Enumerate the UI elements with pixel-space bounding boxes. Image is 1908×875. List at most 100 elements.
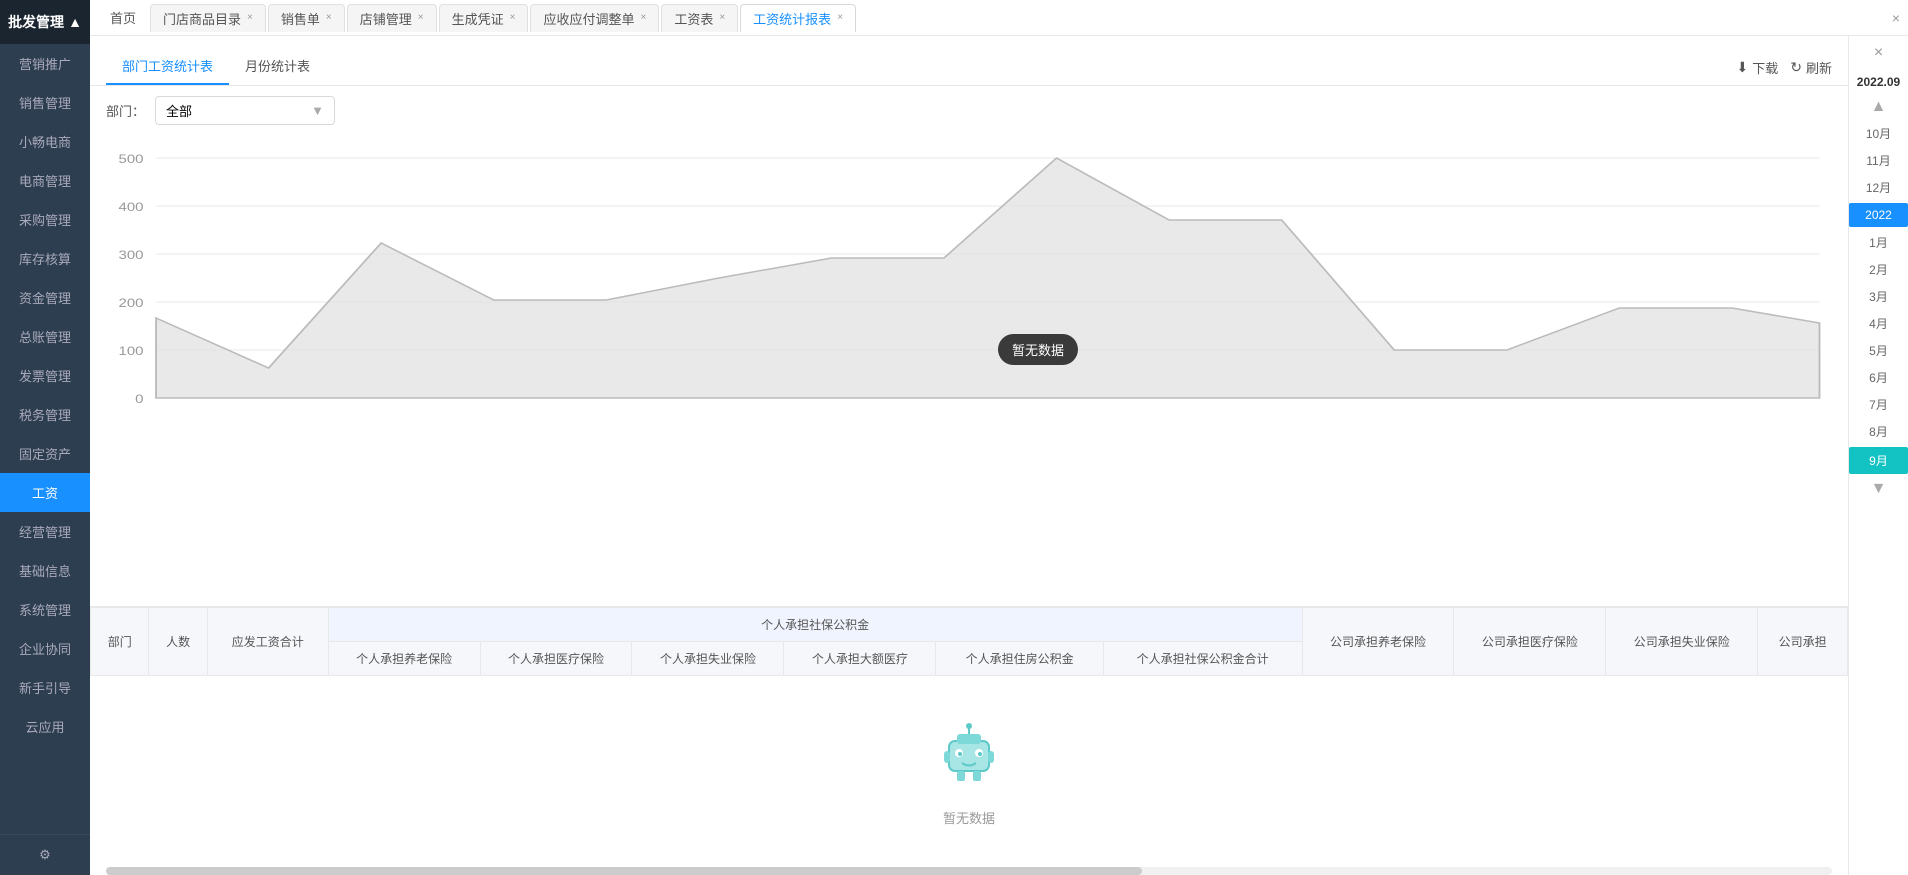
tab-payroll[interactable]: 工资表 × xyxy=(661,4,738,32)
sidebar-item-gdzy[interactable]: 固定资产 xyxy=(0,434,90,473)
dept-filter-value: 全部 xyxy=(166,101,192,120)
dept-filter-label: 部门： xyxy=(106,101,145,120)
tab-close-store-catalog[interactable]: × xyxy=(247,13,253,23)
download-icon: ⬇ xyxy=(1737,59,1749,76)
timeline-oct[interactable]: 10月 xyxy=(1849,120,1908,147)
tab-close-shop-manage[interactable]: × xyxy=(418,13,424,23)
col-personal-total: 个人承担社保公积金合计 xyxy=(1103,642,1302,676)
tab-bar: 首页 门店商品目录 × 销售单 × 店铺管理 × 生成凭证 × 应收应付调整单 … xyxy=(90,0,1908,36)
h-scrollbar-thumb[interactable] xyxy=(106,867,1142,875)
sidebar-item-fpgl[interactable]: 发票管理 xyxy=(0,356,90,395)
tab-close-receivable-adjust[interactable]: × xyxy=(640,13,646,23)
dept-filter-select[interactable]: 全部 ▼ xyxy=(155,96,335,125)
svg-text:100: 100 xyxy=(118,344,144,357)
timeline-nov[interactable]: 11月 xyxy=(1849,147,1908,174)
empty-icon xyxy=(929,716,1009,796)
svg-text:500: 500 xyxy=(118,152,144,165)
sidebar-arrow-icon: ▲ xyxy=(68,14,82,30)
stats-table: 部门 人数 应发工资合计 个人承担社保公积金 xyxy=(90,607,1848,676)
sub-tab-month[interactable]: 月份统计表 xyxy=(229,48,326,85)
tab-payroll-report[interactable]: 工资统计报表 × xyxy=(740,4,856,32)
timeline-jul[interactable]: 7月 xyxy=(1849,391,1908,418)
tab-shop-manage[interactable]: 店铺管理 × xyxy=(347,4,437,32)
chart-polygon xyxy=(156,158,1819,398)
tab-close-payroll[interactable]: × xyxy=(719,13,725,23)
timeline-may[interactable]: 5月 xyxy=(1849,337,1908,364)
sidebar-item-qyxt[interactable]: 企业协同 xyxy=(0,629,90,668)
empty-state: 暂无数据 xyxy=(90,676,1848,867)
sidebar-settings-button[interactable]: ⚙ xyxy=(0,834,90,875)
chart-container: 500 400 300 200 100 0 xyxy=(106,143,1832,598)
tab-close-generate-voucher[interactable]: × xyxy=(510,13,516,23)
svg-text:300: 300 xyxy=(118,248,144,261)
refresh-button[interactable]: ↻ 刷新 xyxy=(1790,58,1832,77)
main-area: 首页 门店商品目录 × 销售单 × 店铺管理 × 生成凭证 × 应收应付调整单 … xyxy=(90,0,1908,875)
col-company-pension: 公司承担养老保险 xyxy=(1302,608,1454,676)
col-personal-pension: 个人承担养老保险 xyxy=(328,642,480,676)
sidebar-item-zjgl[interactable]: 资金管理 xyxy=(0,278,90,317)
timeline-mar[interactable]: 3月 xyxy=(1849,283,1908,310)
tab-close-sales[interactable]: × xyxy=(326,13,332,23)
sidebar-header[interactable]: 批发管理 ▲ xyxy=(0,0,90,44)
timeline-apr[interactable]: 4月 xyxy=(1849,310,1908,337)
col-company-unemployment: 公司承担失业保险 xyxy=(1606,608,1758,676)
tab-sales[interactable]: 销售单 × xyxy=(268,4,345,32)
sidebar-item-xtgl[interactable]: 系统管理 xyxy=(0,590,90,629)
sidebar-item-xsyd[interactable]: 新手引导 xyxy=(0,668,90,707)
sidebar-item-yxtt[interactable]: 营销推广 xyxy=(0,44,90,83)
area-chart: 500 400 300 200 100 0 xyxy=(106,143,1832,423)
page-payroll-stats: 部门工资统计表 月份统计表 ⬇ 下载 ↻ 刷新 xyxy=(90,36,1848,875)
col-company-other: 公司承担 xyxy=(1758,608,1848,676)
sidebar-item-swgl[interactable]: 税务管理 xyxy=(0,395,90,434)
timeline-close-button[interactable]: × xyxy=(1874,44,1883,62)
tab-bar-close-icon[interactable]: × xyxy=(1892,10,1900,26)
refresh-icon: ↻ xyxy=(1790,59,1802,76)
timeline-dec[interactable]: 12月 xyxy=(1849,174,1908,201)
h-scrollbar[interactable] xyxy=(106,867,1832,875)
timeline-year-2022[interactable]: 2022 xyxy=(1849,203,1908,227)
sidebar-item-cggl[interactable]: 采购管理 xyxy=(0,200,90,239)
sidebar-item-dsgl[interactable]: 电商管理 xyxy=(0,161,90,200)
sidebar-item-yy[interactable]: 云应用 xyxy=(0,707,90,746)
tab-close-payroll-report[interactable]: × xyxy=(837,13,843,23)
col-personal-medical: 个人承担医疗保险 xyxy=(480,642,632,676)
sidebar-item-zzgl[interactable]: 总账管理 xyxy=(0,317,90,356)
sidebar-item-xsgl[interactable]: 销售管理 xyxy=(0,83,90,122)
timeline-sep[interactable]: 9月 xyxy=(1849,447,1908,474)
timeline-jan[interactable]: 1月 xyxy=(1849,229,1908,256)
tab-generate-voucher[interactable]: 生成凭证 × xyxy=(439,4,529,32)
chevron-down-icon: ▼ xyxy=(311,103,324,118)
sidebar-item-xced[interactable]: 小畅电商 xyxy=(0,122,90,161)
timeline-down-button[interactable]: ▼ xyxy=(1867,476,1891,502)
sub-tab-dept[interactable]: 部门工资统计表 xyxy=(106,48,229,85)
timeline-feb[interactable]: 2月 xyxy=(1849,256,1908,283)
timeline-up-button[interactable]: ▲ xyxy=(1867,94,1891,120)
sidebar-item-jygl[interactable]: 经营管理 xyxy=(0,512,90,551)
table-wrapper: 部门 人数 应发工资合计 个人承担社保公积金 xyxy=(90,606,1848,867)
svg-text:200: 200 xyxy=(118,296,144,309)
tab-store-catalog[interactable]: 门店商品目录 × xyxy=(150,4,266,32)
col-personal-housing-fund: 个人承担住房公积金 xyxy=(936,642,1104,676)
chart-no-data-tooltip: 暂无数据 xyxy=(998,334,1078,365)
sidebar-title: 批发管理 xyxy=(8,12,64,32)
timeline-panel: × 2022.09 ▲ 10月 11月 12月 2022 1月 2月 3月 4月… xyxy=(1848,36,1908,875)
timeline-jun[interactable]: 6月 xyxy=(1849,364,1908,391)
download-button[interactable]: ⬇ 下载 xyxy=(1737,58,1779,77)
tab-home[interactable]: 首页 xyxy=(98,4,148,32)
sub-tabs: 部门工资统计表 月份统计表 ⬇ 下载 ↻ 刷新 xyxy=(90,36,1848,86)
col-personal-large-medical: 个人承担大额医疗 xyxy=(784,642,936,676)
content-area: 部门工资统计表 月份统计表 ⬇ 下载 ↻ 刷新 xyxy=(90,36,1908,875)
svg-text:0: 0 xyxy=(135,392,144,405)
col-count: 人数 xyxy=(149,608,207,676)
sidebar-item-gz[interactable]: 工资 xyxy=(0,473,90,512)
svg-text:400: 400 xyxy=(118,200,144,213)
sidebar-item-kchk[interactable]: 库存核算 xyxy=(0,239,90,278)
gear-icon: ⚙ xyxy=(39,847,51,862)
sidebar-item-jcxx[interactable]: 基础信息 xyxy=(0,551,90,590)
timeline-aug[interactable]: 8月 xyxy=(1849,418,1908,445)
timeline-date-header: 2022.09 xyxy=(1849,70,1908,94)
tab-receivable-adjust[interactable]: 应收应付调整单 × xyxy=(530,4,659,32)
col-dept: 部门 xyxy=(91,608,149,676)
empty-text: 暂无数据 xyxy=(943,808,995,827)
col-company-medical: 公司承担医疗保险 xyxy=(1454,608,1606,676)
